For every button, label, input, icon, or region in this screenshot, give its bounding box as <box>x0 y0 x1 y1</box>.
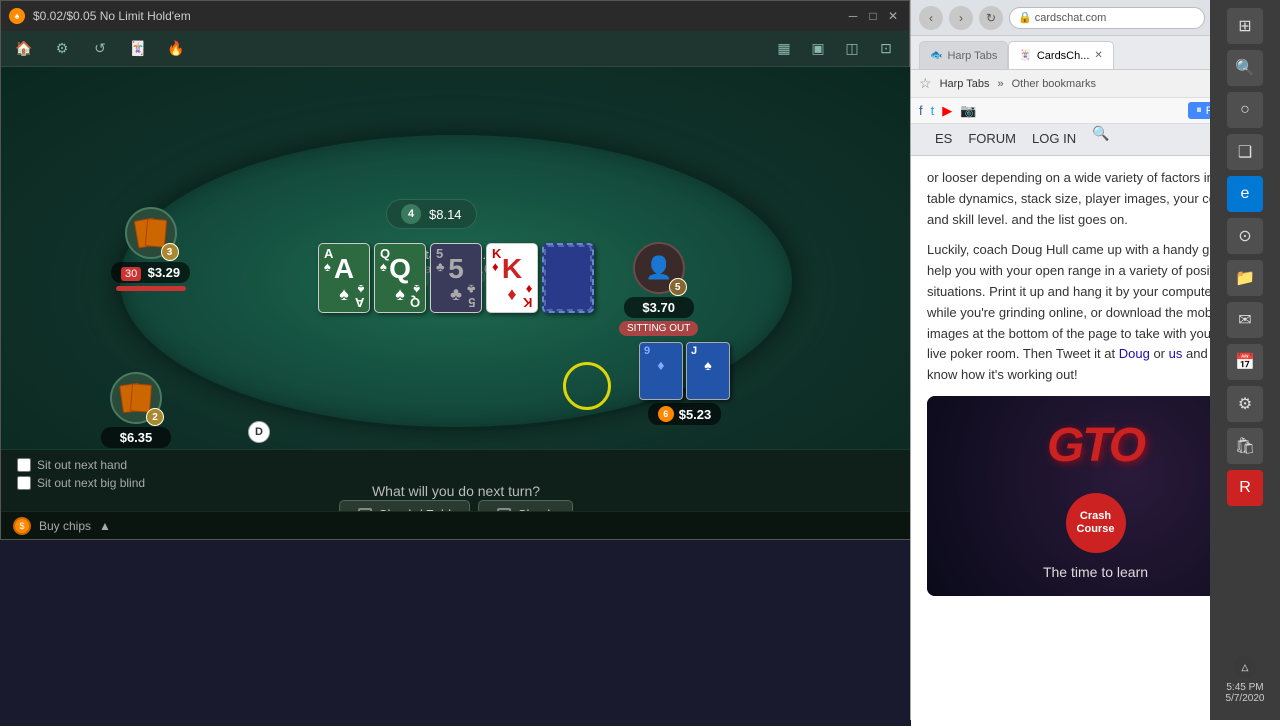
home-icon[interactable]: 🏠 <box>13 38 35 60</box>
player5-chips: $3.70 <box>642 300 675 315</box>
ad-crash-icon: CrashCourse <box>1066 493 1126 553</box>
sidebar-mail-icon[interactable]: ✉ <box>1227 302 1263 338</box>
fire-icon[interactable]: 🔥 <box>165 38 187 60</box>
player6-info: 6 $5.23 <box>648 403 722 425</box>
nav-es[interactable]: ES <box>935 125 952 154</box>
refresh-button[interactable]: ↻ <box>979 6 1003 30</box>
player-seat6: 9 ♦ J ♠ 6 $5.23 <box>639 342 730 425</box>
ad-subtitle: The time to learn <box>1043 561 1148 583</box>
layout1-icon[interactable]: ▣ <box>807 38 829 60</box>
link-doug[interactable]: Doug <box>1119 346 1150 361</box>
sidebar-calendar-icon[interactable]: 📅 <box>1227 344 1263 380</box>
back-button[interactable]: ‹ <box>919 6 943 30</box>
poker-window: ♠ $0.02/$0.05 No Limit Hold'em ─ □ ✕ 🏠 ⚙… <box>0 0 910 540</box>
history-icon[interactable]: ↺ <box>89 38 111 60</box>
seat4-amount: $8.14 <box>429 207 462 222</box>
search-icon[interactable]: 🔍 <box>1092 125 1109 154</box>
ad-content: GTO CrashCourse The time to learn <box>1043 408 1148 583</box>
forward-button[interactable]: › <box>949 6 973 30</box>
sidebar-windows-icon[interactable]: ⊞ <box>1227 8 1263 44</box>
sidebar-explorer-icon[interactable]: 📁 <box>1227 260 1263 296</box>
toolbar: 🏠 ⚙ ↺ 🃏 🔥 ▦ ▣ ◫ ⊡ <box>1 31 909 67</box>
player6-chips: $5.23 <box>679 407 712 422</box>
community-card-4: K♦ K ♦ K♦ <box>486 243 538 313</box>
player5-seat-badge: 5 <box>669 278 687 296</box>
sit-out-next-hand-label: Sit out next hand <box>37 458 127 472</box>
twitter-icon[interactable]: t <box>931 103 935 118</box>
player2-info: $6.35 <box>101 427 171 448</box>
sit-out-big-blind-label: Sit out next big blind <box>37 476 145 490</box>
sit-out-big-blind-checkbox[interactable] <box>17 476 31 490</box>
poker-table: IgnitionCASINO 4 $8.14 1 $10.06 Total po… <box>1 67 911 507</box>
browser-right-sidebar: ⊞ 🔍 ○ ❑ e ⊙ 📁 ✉ 📅 ⚙ 🛍 R △ 5:45 PM 5/7/20… <box>1210 0 1280 720</box>
facebook-icon[interactable]: f <box>919 103 923 118</box>
close-button[interactable]: ✕ <box>885 8 901 24</box>
community-card-1: A♠ A ♠ A♠ <box>318 243 370 313</box>
player3-chips: $3.29 <box>148 265 181 280</box>
sitting-out-badge: SITTING OUT <box>619 321 698 336</box>
grid-icon[interactable]: ▦ <box>773 38 795 60</box>
layout3-icon[interactable]: ⊡ <box>875 38 897 60</box>
instagram-icon[interactable]: 📷 <box>960 103 976 119</box>
sidebar-chrome-icon[interactable]: ⊙ <box>1227 218 1263 254</box>
youtube-icon[interactable]: ▶ <box>942 103 952 119</box>
bookmark-other[interactable]: Other bookmarks <box>1012 78 1096 90</box>
nav-forum[interactable]: FORUM <box>968 125 1016 154</box>
system-tray: △ <box>1234 656 1256 678</box>
tab-2[interactable]: 🃏 CardsCh... ✕ <box>1008 41 1113 69</box>
player5-info: $3.70 <box>624 297 694 318</box>
sidebar-cortana-icon[interactable]: ○ <box>1227 92 1263 128</box>
buy-chips-label[interactable]: Buy chips <box>39 519 91 533</box>
sidebar-taskview-icon[interactable]: ❑ <box>1227 134 1263 170</box>
player2-chips: $6.35 <box>120 430 153 445</box>
tab-1[interactable]: 🐟 Harp Tabs <box>919 41 1008 69</box>
layout2-icon[interactable]: ◫ <box>841 38 863 60</box>
community-cards: A♠ A ♠ A♠ Q♠ Q ♠ Q♠ 5♣ 5 <box>318 243 594 313</box>
player2-seat-badge: 2 <box>146 408 164 426</box>
community-card-3: 5♣ 5 ♣ 5♣ <box>430 243 482 313</box>
buy-chips-bar: $ Buy chips ▲ <box>1 511 911 539</box>
buy-chips-arrow[interactable]: ▲ <box>99 519 111 533</box>
sidebar-store-icon[interactable]: 🛍 <box>1227 428 1263 464</box>
sidebar-red-icon[interactable]: R <box>1227 470 1263 506</box>
window-title: $0.02/$0.05 No Limit Hold'em <box>33 9 191 23</box>
community-card-2: Q♠ Q ♠ Q♠ <box>374 243 426 313</box>
bookmark-more[interactable]: » <box>998 78 1004 90</box>
community-card-5 <box>542 243 594 313</box>
player3-info: 30 $3.29 <box>111 262 190 283</box>
maximize-button[interactable]: □ <box>865 8 881 24</box>
nav-login[interactable]: LOG IN <box>1032 125 1076 154</box>
clock: 5:45 PM 5/7/2020 <box>1226 682 1265 704</box>
sidebar-edge-icon[interactable]: e <box>1227 176 1263 212</box>
sidebar-settings2-icon[interactable]: ⚙ <box>1227 386 1263 422</box>
player6-cards: 9 ♦ J ♠ <box>639 342 730 400</box>
buy-chips-icon: $ <box>13 517 31 535</box>
player-seat5: 👤 5 $3.70 SITTING OUT <box>619 242 698 336</box>
minimize-button[interactable]: ─ <box>845 8 861 24</box>
dealer-button: D <box>248 421 270 443</box>
action-question: What will you do next turn? <box>372 483 540 499</box>
seat4-badge: 4 <box>401 204 421 224</box>
cursor-indicator <box>563 362 611 410</box>
ad-title: GTO <box>1043 408 1148 485</box>
link-us[interactable]: us <box>1169 346 1183 361</box>
sit-out-next-hand-checkbox[interactable] <box>17 458 31 472</box>
player6-card2: J ♠ <box>686 342 730 400</box>
player-seat3: 3 30 $3.29 <box>111 207 190 291</box>
player3-seat-badge: 3 <box>161 243 179 261</box>
player6-card1: 9 ♦ <box>639 342 683 400</box>
bookmark-harp-tabs[interactable]: Harp Tabs <box>940 78 990 90</box>
settings-icon[interactable]: ⚙ <box>51 38 73 60</box>
title-bar: ♠ $0.02/$0.05 No Limit Hold'em ─ □ ✕ <box>1 1 909 31</box>
player3-timer <box>116 286 186 291</box>
sidebar-search-icon[interactable]: 🔍 <box>1227 50 1263 86</box>
cards-icon[interactable]: 🃏 <box>127 38 149 60</box>
pot-seat4: 4 $8.14 <box>386 199 477 229</box>
address-bar[interactable]: 🔒 cardschat.com <box>1009 7 1205 29</box>
app-icon: ♠ <box>9 8 25 24</box>
